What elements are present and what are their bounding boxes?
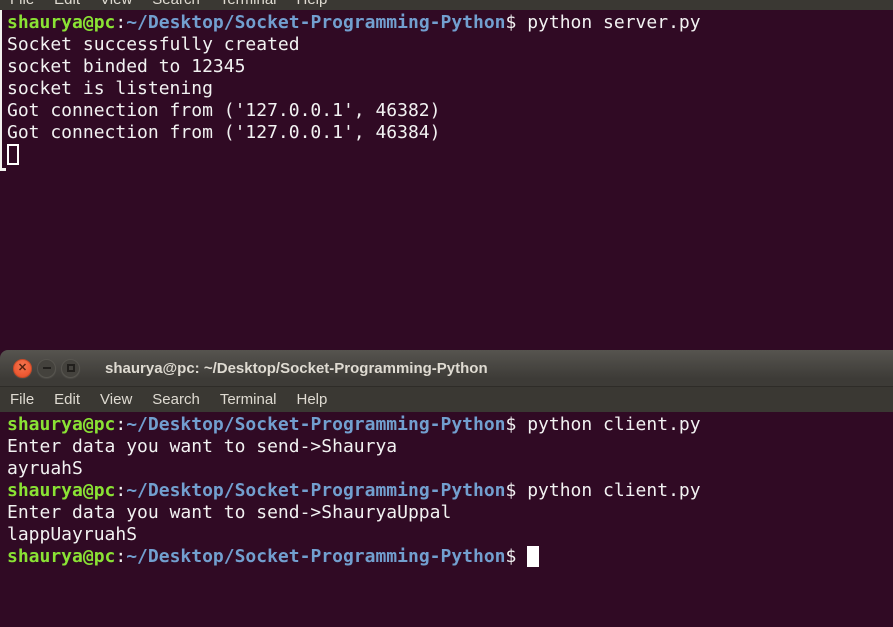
menu-item-view[interactable]: View [100,0,132,8]
client-terminal[interactable]: shaurya@pc:~/Desktop/Socket-Programming-… [0,412,893,626]
terminal-line: shaurya@pc:~/Desktop/Socket-Programming-… [7,414,893,436]
terminal-line: socket is listening [7,78,893,100]
menu-item-help[interactable]: Help [297,0,328,8]
terminal-text: $ [506,546,528,567]
prompt-user-host: shaurya@pc [7,414,115,435]
menubar: File Edit View Search Terminal Help [0,0,893,10]
terminal-text: Socket successfully created [7,34,300,55]
menu-item-file[interactable]: File [10,391,34,408]
prompt-path: ~/Desktop/Socket-Programming-Python [126,546,505,567]
terminal-text: ayruahS [7,458,83,479]
menu-item-file[interactable]: File [10,0,34,8]
terminal-text: : [115,546,126,567]
terminal-text: : [115,12,126,33]
server-terminal-menubar-clipped: File Edit View Search Terminal Help [0,0,893,10]
terminal-line: lappUayruahS [7,524,893,546]
prompt-path: ~/Desktop/Socket-Programming-Python [126,414,505,435]
minimize-icon [43,367,51,369]
terminal-line: ayruahS [7,458,893,480]
titlebar[interactable]: ✕ shaurya@pc: ~/Desktop/Socket-Programmi… [0,350,893,387]
menu-item-help[interactable]: Help [297,391,328,408]
close-icon: ✕ [18,363,27,374]
terminal-line: Enter data you want to send->ShauryaUppa… [7,502,893,524]
prompt-user-host: shaurya@pc [7,480,115,501]
maximize-button[interactable] [61,359,80,378]
terminal-cursor [7,144,19,165]
menu-item-edit[interactable]: Edit [54,391,80,408]
close-button[interactable]: ✕ [13,359,32,378]
menu-item-terminal[interactable]: Terminal [220,0,277,8]
terminal-text: $ python client.py [506,414,701,435]
terminal-text: : [115,480,126,501]
maximize-icon [67,364,75,372]
client-terminal-output: shaurya@pc:~/Desktop/Socket-Programming-… [7,414,893,568]
menu-item-search[interactable]: Search [152,0,200,8]
terminal-text: Enter data you want to send->ShauryaUppa… [7,502,451,523]
terminal-line: shaurya@pc:~/Desktop/Socket-Programming-… [7,546,893,568]
terminal-line: socket binded to 12345 [7,56,893,78]
terminal-text: $ python client.py [506,480,701,501]
menu-item-terminal[interactable]: Terminal [220,391,277,408]
server-terminal[interactable]: shaurya@pc:~/Desktop/Socket-Programming-… [0,10,893,352]
window-title: shaurya@pc: ~/Desktop/Socket-Programming… [105,360,488,377]
terminal-cursor [527,546,539,567]
terminal-line: Got connection from ('127.0.0.1', 46382) [7,100,893,122]
terminal-text: socket is listening [7,78,213,99]
terminal-text: $ python server.py [506,12,701,33]
menu-item-edit[interactable]: Edit [54,0,80,8]
menu-item-view[interactable]: View [100,391,132,408]
terminal-text: : [115,414,126,435]
server-terminal-output: shaurya@pc:~/Desktop/Socket-Programming-… [7,12,893,166]
client-terminal-window: ✕ shaurya@pc: ~/Desktop/Socket-Programmi… [0,350,893,627]
terminal-text: Got connection from ('127.0.0.1', 46382) [7,100,440,121]
prompt-path: ~/Desktop/Socket-Programming-Python [126,480,505,501]
prompt-user-host: shaurya@pc [7,12,115,33]
terminal-text: lappUayruahS [7,524,137,545]
terminal-text: socket binded to 12345 [7,56,245,77]
prompt-user-host: shaurya@pc [7,546,115,567]
menubar: File Edit View Search Terminal Help [0,387,893,412]
terminal-line [7,144,893,166]
terminal-line: Got connection from ('127.0.0.1', 46384) [7,122,893,144]
prompt-path: ~/Desktop/Socket-Programming-Python [126,12,505,33]
minimize-button[interactable] [37,359,56,378]
terminal-text: Enter data you want to send->Shaurya [7,436,397,457]
terminal-line: Socket successfully created [7,34,893,56]
terminal-line: shaurya@pc:~/Desktop/Socket-Programming-… [7,480,893,502]
terminal-text: Got connection from ('127.0.0.1', 46384) [7,122,440,143]
background-window-edge [0,10,2,168]
terminal-line: shaurya@pc:~/Desktop/Socket-Programming-… [7,12,893,34]
menu-item-search[interactable]: Search [152,391,200,408]
terminal-line: Enter data you want to send->Shaurya [7,436,893,458]
